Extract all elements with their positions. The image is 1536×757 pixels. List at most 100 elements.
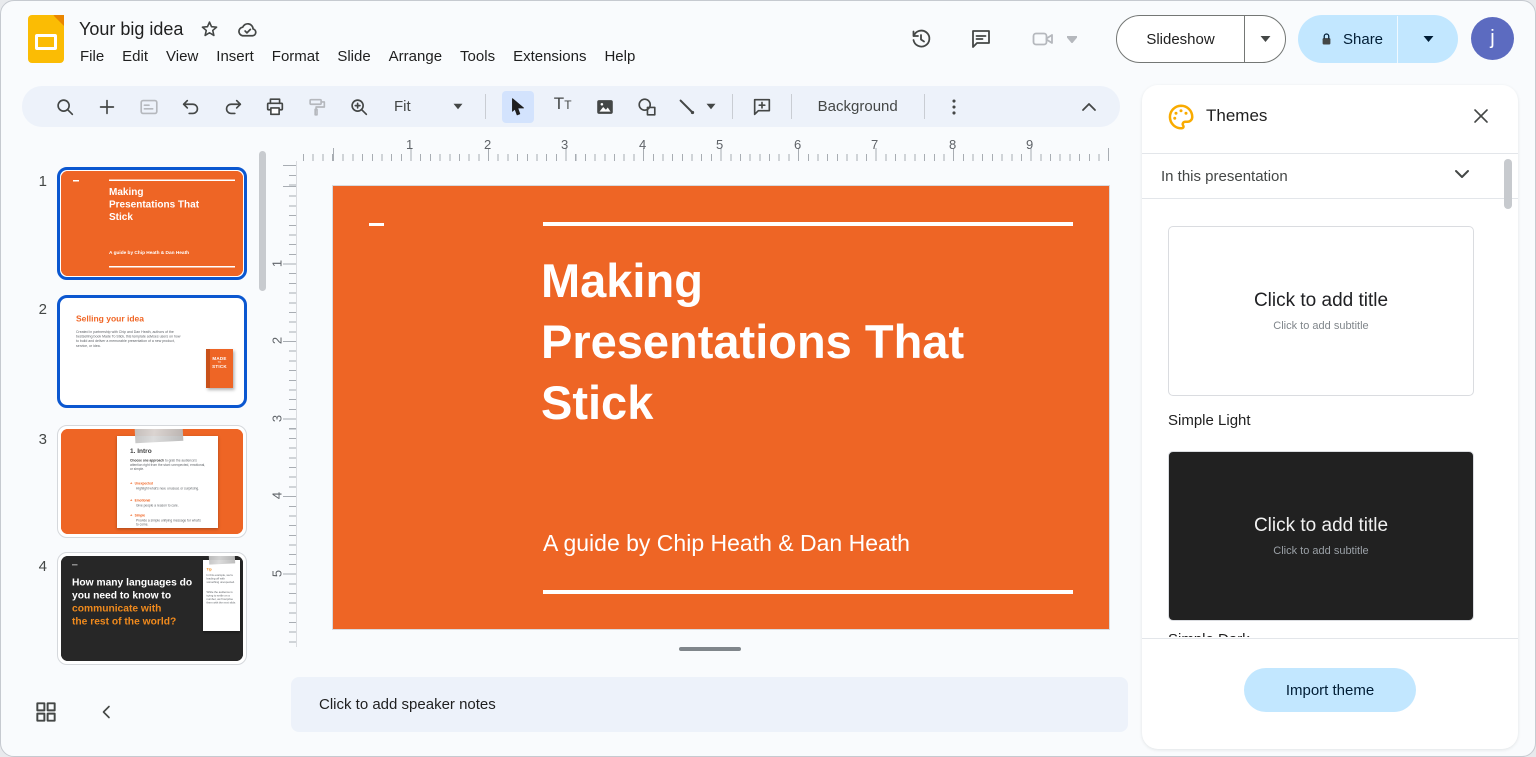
text-box-tool-button[interactable]: TT bbox=[550, 94, 576, 120]
collapse-toolbar-button[interactable] bbox=[1076, 94, 1102, 120]
menu-help[interactable]: Help bbox=[595, 45, 644, 68]
slides-logo-fold bbox=[53, 15, 64, 26]
history-icon bbox=[912, 29, 931, 48]
theme-card-title: Click to add title bbox=[1253, 515, 1389, 536]
insert-shape-button[interactable] bbox=[634, 94, 660, 120]
menu-extensions[interactable]: Extensions bbox=[504, 45, 595, 68]
menu-view[interactable]: View bbox=[157, 45, 207, 68]
account-avatar[interactable]: j bbox=[1471, 17, 1514, 60]
add-comment-button[interactable] bbox=[749, 94, 775, 120]
theme-card-subtitle: Click to add subtitle bbox=[1273, 545, 1369, 557]
video-camera-icon bbox=[1032, 32, 1053, 46]
search-menus-button[interactable] bbox=[52, 94, 78, 120]
slide-canvas[interactable]: Making Presentations That Stick A guide … bbox=[332, 185, 1110, 630]
slide-thumbnail-2[interactable]: Selling your idea Created in partnership… bbox=[57, 295, 247, 408]
slide-title[interactable]: Making Presentations That Stick bbox=[541, 250, 1041, 433]
speaker-notes-resize-handle[interactable] bbox=[679, 647, 741, 651]
filmstrip-scrollbar[interactable] bbox=[259, 151, 266, 291]
cloud-saved-icon[interactable] bbox=[236, 18, 259, 41]
share-label: Share bbox=[1343, 30, 1384, 48]
slideshow-button[interactable]: Slideshow bbox=[1116, 15, 1286, 63]
close-themes-button[interactable] bbox=[1472, 107, 1490, 125]
image-icon bbox=[596, 99, 613, 114]
palette-icon bbox=[1168, 104, 1194, 130]
google-slides-app: Your big idea File Edit View Insert Form… bbox=[0, 0, 1536, 757]
menu-format[interactable]: Format bbox=[263, 45, 329, 68]
comment-add-icon bbox=[753, 98, 770, 115]
thumb3-note-card: 1. Intro Choose one approach to grab the… bbox=[117, 436, 218, 528]
share-dropdown[interactable] bbox=[1398, 35, 1458, 43]
slide-top-rule bbox=[543, 222, 1073, 226]
cursor-icon bbox=[511, 97, 524, 115]
thumb3-bullet-1: + Unexpected Highlight what's new, unusua… bbox=[130, 481, 200, 491]
chevron-left-icon bbox=[102, 705, 110, 719]
slide-thumbnail-3[interactable]: 1. Intro Choose one approach to grab the… bbox=[57, 425, 247, 538]
import-theme-button[interactable]: Import theme bbox=[1244, 668, 1416, 712]
menu-insert[interactable]: Insert bbox=[207, 45, 263, 68]
redo-button[interactable] bbox=[220, 94, 246, 120]
select-tool-button[interactable] bbox=[501, 90, 534, 123]
menu-edit[interactable]: Edit bbox=[113, 45, 157, 68]
slide-thumbnail-1[interactable]: Making Presentations That Stick A guide … bbox=[57, 167, 247, 280]
menu-slide[interactable]: Slide bbox=[328, 45, 379, 68]
vertical-ruler: 1 2 3 4 5 bbox=[269, 161, 297, 647]
document-title[interactable]: Your big idea bbox=[79, 19, 183, 40]
new-slide-button[interactable] bbox=[94, 94, 120, 120]
star-icon[interactable] bbox=[199, 19, 220, 40]
menu-arrange[interactable]: Arrange bbox=[380, 45, 451, 68]
more-options-button[interactable] bbox=[941, 94, 967, 120]
speaker-notes-area[interactable]: Click to add speaker notes bbox=[291, 677, 1128, 732]
text-box-icon: T bbox=[553, 93, 565, 113]
menu-tools[interactable]: Tools bbox=[451, 45, 504, 68]
grid-view-button[interactable] bbox=[33, 699, 59, 725]
print-icon bbox=[266, 97, 284, 115]
theme-card-subtitle: Click to add subtitle bbox=[1273, 320, 1369, 332]
chevron-down-icon bbox=[1067, 35, 1077, 43]
collapse-filmstrip-button[interactable] bbox=[99, 704, 115, 720]
theme-card-simple-light[interactable]: Click to add title Click to add subtitle bbox=[1168, 226, 1474, 396]
theme-card-simple-dark[interactable]: Click to add title Click to add subtitle bbox=[1168, 451, 1474, 621]
slideshow-label: Slideshow bbox=[1146, 30, 1215, 48]
background-button[interactable]: Background bbox=[808, 98, 908, 115]
version-history-button[interactable] bbox=[899, 17, 943, 61]
zoom-button[interactable] bbox=[346, 94, 372, 120]
paint-format-button[interactable] bbox=[304, 94, 330, 120]
thumb2-heading: Selling your idea bbox=[76, 314, 145, 324]
paint-roller-icon bbox=[309, 98, 326, 116]
slideshow-dropdown[interactable] bbox=[1245, 35, 1285, 43]
menu-file[interactable]: File bbox=[71, 45, 113, 68]
close-icon bbox=[1474, 109, 1488, 123]
slide-thumbnail-4[interactable]: How many languages do you need to know t… bbox=[57, 552, 247, 665]
slides-logo[interactable] bbox=[28, 15, 64, 63]
insert-line-button[interactable] bbox=[676, 96, 716, 118]
themes-panel-scrollbar[interactable] bbox=[1504, 159, 1512, 209]
zoom-in-icon bbox=[351, 98, 368, 115]
lock-icon bbox=[1322, 32, 1331, 44]
theme-name-simple-light: Simple Light bbox=[1168, 412, 1251, 429]
chevron-down-icon bbox=[453, 103, 463, 110]
thumb2-body: Created in partnership with Chip and Dan… bbox=[76, 330, 181, 348]
chevron-down-icon bbox=[1455, 170, 1469, 178]
section-label: In this presentation bbox=[1161, 168, 1288, 185]
slide-subtitle[interactable]: A guide by Chip Heath & Dan Heath bbox=[543, 530, 910, 557]
print-button[interactable] bbox=[262, 94, 288, 120]
thumb3-bullet-3: + Simple Provide a simple unifying messag… bbox=[130, 513, 201, 527]
comment-icon bbox=[972, 30, 990, 48]
main-toolbar: Fit TT Background bbox=[22, 86, 1120, 127]
slides-logo-window bbox=[35, 34, 57, 50]
theme-name-simple-dark: Simple Dark bbox=[1168, 631, 1250, 637]
grid-view-icon bbox=[36, 702, 56, 722]
zoom-select[interactable]: Fit bbox=[388, 98, 469, 115]
undo-button[interactable] bbox=[178, 94, 204, 120]
themes-panel-title: Themes bbox=[1206, 106, 1268, 125]
redo-icon bbox=[225, 99, 242, 114]
insert-image-button[interactable] bbox=[592, 94, 618, 120]
import-theme-label: Import theme bbox=[1285, 681, 1375, 699]
slide-number-1: 1 bbox=[38, 173, 47, 190]
slide-layout-button[interactable] bbox=[136, 94, 162, 120]
chevron-down-icon bbox=[1260, 36, 1270, 42]
comments-button[interactable] bbox=[959, 17, 1003, 61]
share-button[interactable]: Share bbox=[1298, 15, 1458, 63]
avatar-letter: j bbox=[1490, 27, 1495, 49]
meet-call-button[interactable] bbox=[1031, 27, 1077, 51]
